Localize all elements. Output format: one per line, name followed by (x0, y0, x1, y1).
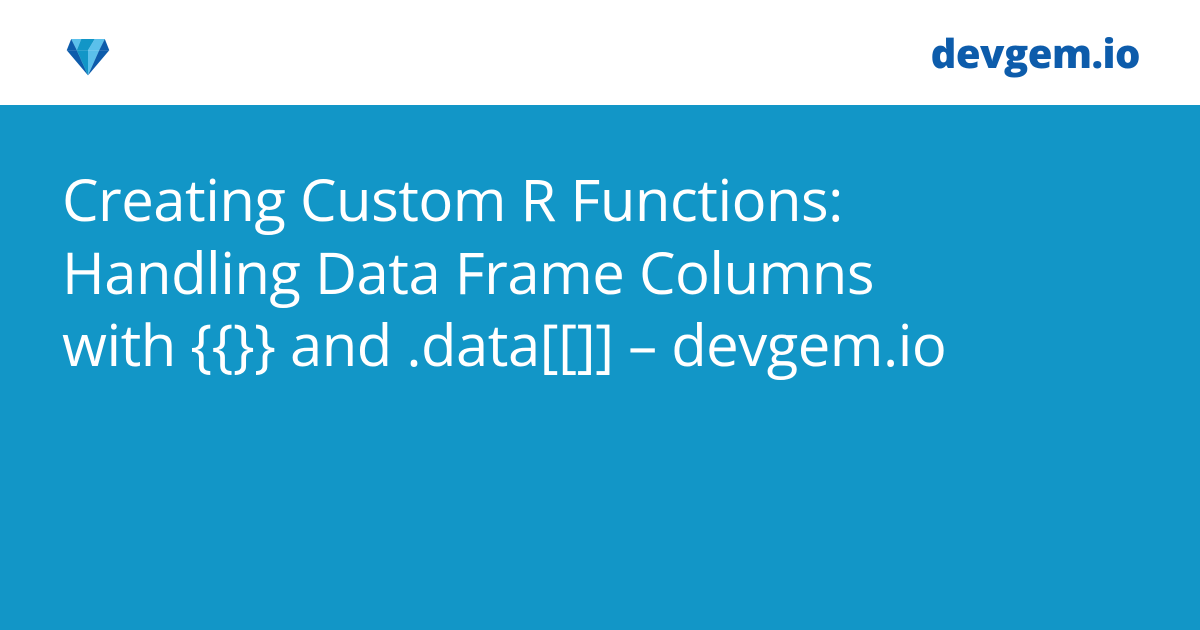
gem-icon (60, 25, 116, 81)
content-area: Creating Custom R Functions: Handling Da… (0, 105, 1200, 630)
header: devgem.io (0, 0, 1200, 105)
page-title: Creating Custom R Functions: Handling Da… (62, 163, 962, 381)
brand-name: devgem.io (931, 25, 1140, 80)
